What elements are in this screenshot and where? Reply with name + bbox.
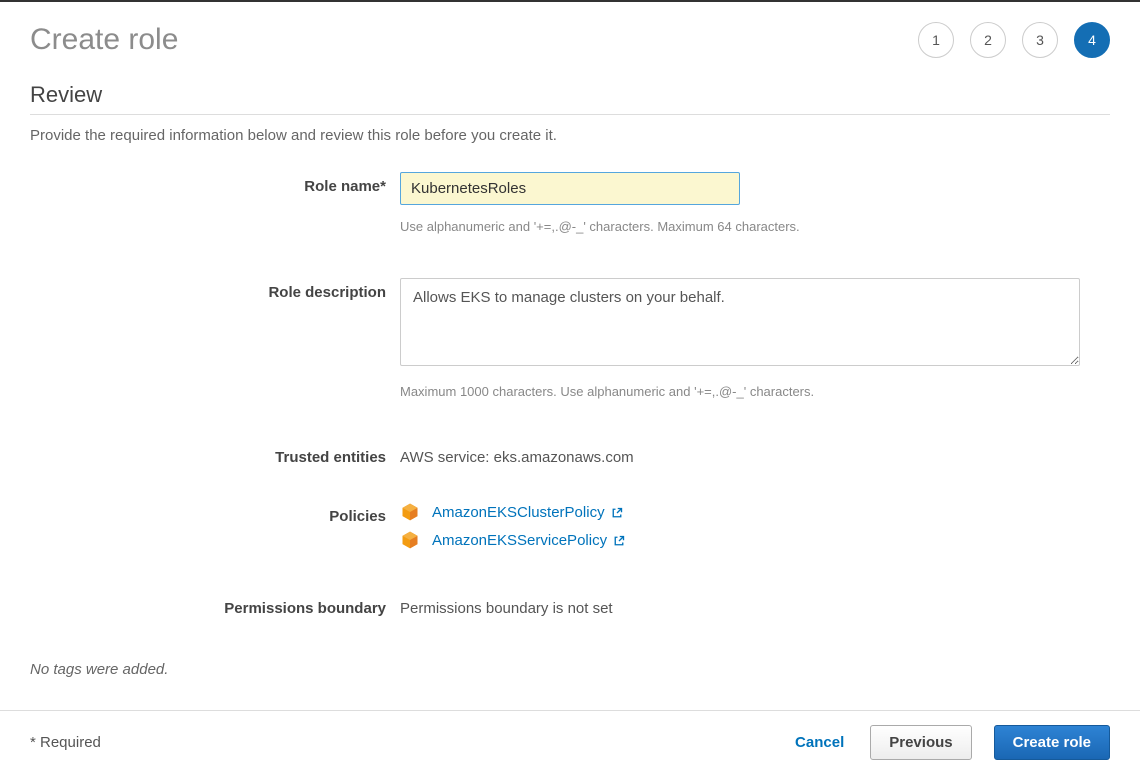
policy-item: AmazonEKSServicePolicy	[400, 530, 1090, 550]
tags-note: No tags were added.	[30, 661, 1110, 678]
permissions-boundary-label: Permissions boundary	[30, 594, 400, 617]
create-role-button[interactable]: Create role	[994, 725, 1110, 760]
policy-name: AmazonEKSClusterPolicy	[432, 504, 605, 521]
role-name-label: Role name*	[30, 172, 400, 234]
external-link-icon	[613, 534, 625, 546]
trusted-entities-label: Trusted entities	[30, 443, 400, 466]
role-name-hint: Use alphanumeric and '+=,.@-_' character…	[400, 219, 1090, 234]
role-description-input[interactable]: Allows EKS to manage clusters on your be…	[400, 278, 1080, 366]
required-note: * Required	[30, 734, 101, 751]
page-title: Create role	[30, 23, 178, 57]
external-link-icon	[611, 506, 623, 518]
step-3[interactable]: 3	[1022, 22, 1058, 58]
wizard-stepper: 1 2 3 4	[918, 22, 1110, 58]
role-description-hint: Maximum 1000 characters. Use alphanumeri…	[400, 384, 1090, 399]
review-heading: Review	[30, 82, 1110, 115]
cancel-button[interactable]: Cancel	[791, 726, 848, 759]
footer-bar: * Required Cancel Previous Create role	[0, 710, 1140, 772]
step-1[interactable]: 1	[918, 22, 954, 58]
permissions-boundary-value: Permissions boundary is not set	[400, 594, 1090, 617]
policy-item: AmazonEKSClusterPolicy	[400, 502, 1090, 522]
review-description: Provide the required information below a…	[30, 127, 1110, 144]
policy-icon	[400, 530, 420, 550]
policy-link-service[interactable]: AmazonEKSServicePolicy	[432, 532, 625, 549]
previous-button[interactable]: Previous	[870, 725, 971, 760]
step-2[interactable]: 2	[970, 22, 1006, 58]
role-name-input[interactable]	[400, 172, 740, 205]
trusted-entities-value: AWS service: eks.amazonaws.com	[400, 443, 1090, 466]
role-description-label: Role description	[30, 278, 400, 399]
policy-link-cluster[interactable]: AmazonEKSClusterPolicy	[432, 504, 623, 521]
step-4[interactable]: 4	[1074, 22, 1110, 58]
policy-icon	[400, 502, 420, 522]
policy-name: AmazonEKSServicePolicy	[432, 532, 607, 549]
policies-label: Policies	[30, 502, 400, 558]
